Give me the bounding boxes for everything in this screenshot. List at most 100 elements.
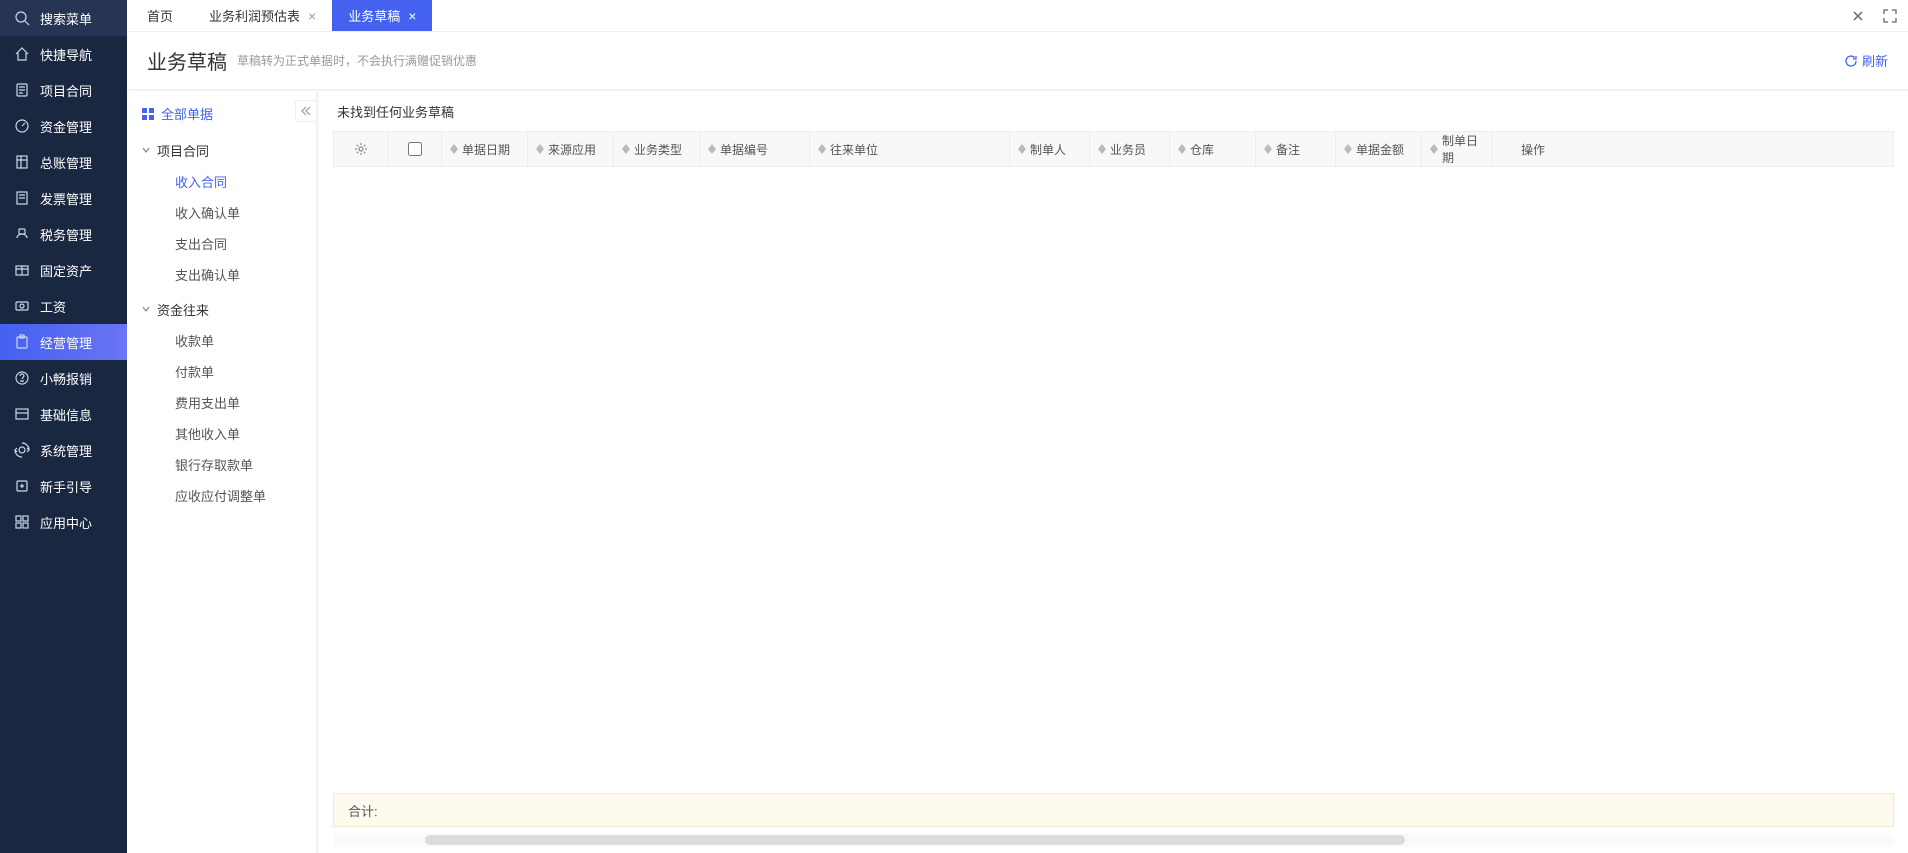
column-header-date[interactable]: 单据日期 — [442, 132, 528, 166]
sidebar-item-label: 系统管理 — [40, 441, 92, 460]
sidebar-item-tax-mgmt[interactable]: 税务管理 — [0, 216, 127, 252]
sidebar-item-quick-nav[interactable]: 快捷导航 — [0, 36, 127, 72]
refresh-label: 刷新 — [1862, 51, 1888, 70]
home-icon — [14, 46, 30, 62]
sidebar-item-beginner-guide[interactable]: 新手引导 — [0, 468, 127, 504]
column-header-docno[interactable]: 单据编号 — [700, 132, 810, 166]
tree-item-payment[interactable]: 付款单 — [141, 356, 316, 387]
column-header-amount[interactable]: 单据金额 — [1336, 132, 1422, 166]
tree-header[interactable]: 全部单据 — [127, 92, 316, 135]
sidebar-item-biz-mgmt[interactable]: 经营管理 — [0, 324, 127, 360]
column-header-partner[interactable]: 往来单位 — [810, 132, 1010, 166]
sidebar-item-label: 资金管理 — [40, 117, 92, 136]
scrollbar-thumb[interactable] — [425, 835, 1405, 845]
close-icon[interactable]: × — [408, 8, 416, 24]
sort-icon[interactable] — [1098, 144, 1106, 154]
tree-item-expense-confirm[interactable]: 支出确认单 — [141, 259, 316, 290]
sort-icon[interactable] — [536, 144, 544, 154]
refresh-button[interactable]: 刷新 — [1844, 51, 1888, 70]
tax-icon — [14, 226, 30, 242]
tab-profit-est[interactable]: 业务利润预估表 × — [193, 0, 332, 31]
tree-item-bank-deposit[interactable]: 银行存取款单 — [141, 449, 316, 480]
sidebar-item-invoice-mgmt[interactable]: 发票管理 — [0, 180, 127, 216]
column-header-op[interactable]: 操作 — [1492, 132, 1574, 166]
sort-icon[interactable] — [1018, 144, 1026, 154]
column-settings-button[interactable] — [334, 132, 388, 166]
close-icon[interactable]: × — [308, 8, 316, 24]
tree-group-project-contract[interactable]: 项目合同 — [141, 135, 316, 166]
tab-home[interactable]: 首页 — [127, 0, 193, 31]
tree-item-label: 支出确认单 — [175, 268, 240, 283]
select-all-checkbox[interactable] — [408, 142, 422, 156]
sidebar-item-fixed-assets[interactable]: 固定资产 — [0, 252, 127, 288]
sidebar-item-fund-mgmt[interactable]: 资金管理 — [0, 108, 127, 144]
tree-item-ar-ap-adjust[interactable]: 应收应付调整单 — [141, 480, 316, 511]
column-label: 单据金额 — [1356, 141, 1404, 158]
gauge-icon — [14, 118, 30, 134]
sort-icon[interactable] — [622, 144, 630, 154]
tree-item-label: 付款单 — [175, 365, 214, 380]
tree-item-label: 收入确认单 — [175, 206, 240, 221]
sidebar-item-label: 新手引导 — [40, 477, 92, 496]
tab-biz-draft[interactable]: 业务草稿× — [332, 0, 432, 31]
sidebar-item-basic-info[interactable]: 基础信息 — [0, 396, 127, 432]
tree-group-label: 项目合同 — [157, 141, 209, 160]
content-row: 全部单据 项目合同收入合同收入确认单支出合同支出确认单资金往来收款单付款单费用支… — [127, 90, 1908, 853]
fullscreen-icon[interactable] — [1880, 6, 1900, 26]
sort-icon[interactable] — [1264, 144, 1272, 154]
tree-group-label: 资金往来 — [157, 300, 209, 319]
tree-item-income-contract[interactable]: 收入合同 — [141, 166, 316, 197]
sidebar-item-app-center[interactable]: 应用中心 — [0, 504, 127, 540]
tabs-close-all-icon[interactable] — [1848, 6, 1868, 26]
tree-item-expense-contract[interactable]: 支出合同 — [141, 228, 316, 259]
tree-item-income-confirm[interactable]: 收入确认单 — [141, 197, 316, 228]
sidebar-item-project-contract[interactable]: 项目合同 — [0, 72, 127, 108]
tree-group-fund-exchange[interactable]: 资金往来 — [141, 294, 316, 325]
collapse-tree-button[interactable] — [295, 100, 317, 122]
tree-item-label: 银行存取款单 — [175, 458, 253, 473]
sidebar-item-system-mgmt[interactable]: 系统管理 — [0, 432, 127, 468]
column-label: 业务员 — [1110, 141, 1146, 158]
horizontal-scrollbar[interactable] — [333, 833, 1894, 847]
tree-item-expense-voucher[interactable]: 费用支出单 — [141, 387, 316, 418]
sidebar-item-label: 应用中心 — [40, 513, 92, 532]
column-header-maker[interactable]: 制单人 — [1010, 132, 1090, 166]
select-all-cell — [388, 132, 442, 166]
column-header-sales[interactable]: 业务员 — [1090, 132, 1170, 166]
sort-icon[interactable] — [708, 144, 716, 154]
column-header-remark[interactable]: 备注 — [1256, 132, 1336, 166]
tree-item-label: 收入合同 — [175, 175, 227, 190]
tree-item-other-income[interactable]: 其他收入单 — [141, 418, 316, 449]
clipboard-icon — [14, 334, 30, 350]
sort-icon[interactable] — [1430, 144, 1438, 154]
tab-label: 业务利润预估表 — [209, 6, 300, 25]
sidebar-item-label: 小畅报销 — [40, 369, 92, 388]
sort-icon[interactable] — [818, 144, 826, 154]
tab-label: 首页 — [147, 6, 173, 25]
column-label: 备注 — [1276, 141, 1300, 158]
reimb-icon — [14, 370, 30, 386]
tree-item-receipt[interactable]: 收款单 — [141, 325, 316, 356]
sidebar-item-search-menu[interactable]: 搜索菜单 — [0, 0, 127, 36]
table-footer: 合计: — [333, 793, 1894, 827]
sidebar-item-label: 快捷导航 — [40, 45, 92, 64]
column-label: 单据日期 — [462, 141, 510, 158]
column-header-biztype[interactable]: 业务类型 — [614, 132, 700, 166]
sort-icon[interactable] — [1178, 144, 1186, 154]
tree-panel: 全部单据 项目合同收入合同收入确认单支出合同支出确认单资金往来收款单付款单费用支… — [127, 92, 317, 853]
sidebar-item-ledger-mgmt[interactable]: 总账管理 — [0, 144, 127, 180]
column-header-mdate[interactable]: 制单日期 — [1422, 132, 1492, 166]
page-title: 业务草稿 — [147, 46, 227, 75]
column-label: 制单人 — [1030, 141, 1066, 158]
column-header-wh[interactable]: 仓库 — [1170, 132, 1256, 166]
column-header-source[interactable]: 来源应用 — [528, 132, 614, 166]
sort-icon[interactable] — [1344, 144, 1352, 154]
sidebar-item-salary[interactable]: 工资 — [0, 288, 127, 324]
sidebar-item-label: 工资 — [40, 297, 66, 316]
sidebar-item-label: 经营管理 — [40, 333, 92, 352]
sort-icon[interactable] — [450, 144, 458, 154]
sidebar-item-xiaochang-reimb[interactable]: 小畅报销 — [0, 360, 127, 396]
salary-icon — [14, 298, 30, 314]
sidebar-item-label: 发票管理 — [40, 189, 92, 208]
chevron-down-icon — [141, 145, 153, 157]
